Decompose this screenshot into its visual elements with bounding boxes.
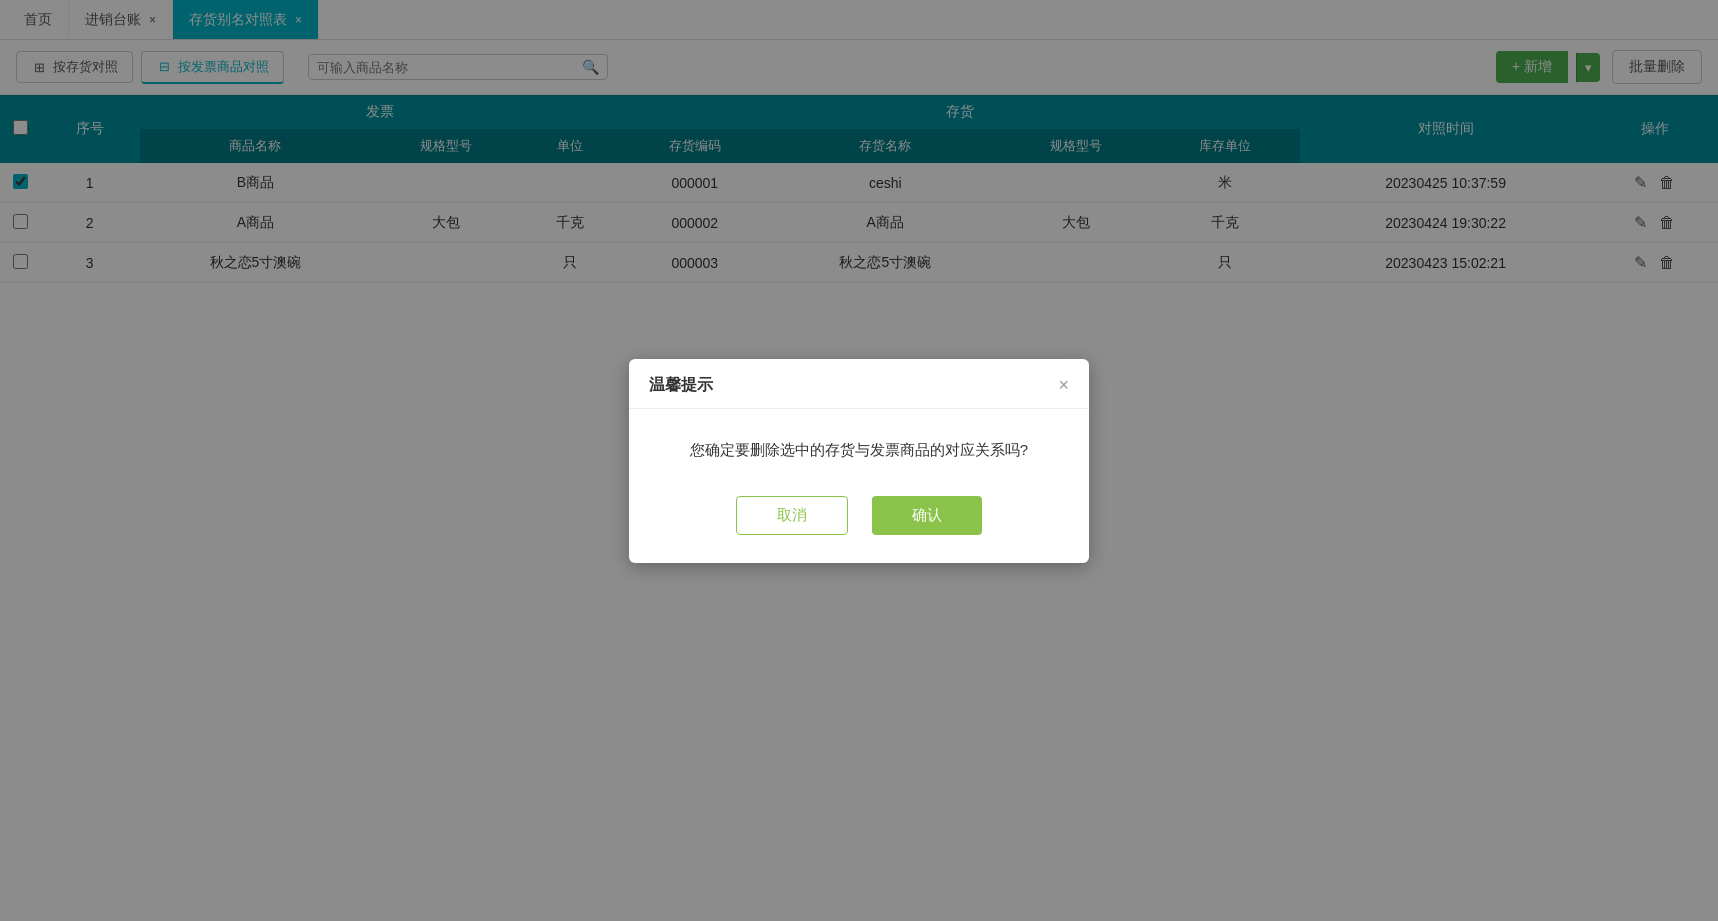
dialog-close-btn[interactable]: × [1058,376,1069,394]
dialog-overlay: 温馨提示 × 您确定要删除选中的存货与发票商品的对应关系吗? 取消 确认 [0,0,1718,921]
dialog-cancel-button[interactable]: 取消 [736,496,848,535]
confirm-dialog: 温馨提示 × 您确定要删除选中的存货与发票商品的对应关系吗? 取消 确认 [629,359,1089,563]
dialog-body: 您确定要删除选中的存货与发票商品的对应关系吗? [629,409,1089,480]
dialog-message: 您确定要删除选中的存货与发票商品的对应关系吗? [690,441,1028,458]
dialog-title: 温馨提示 [649,375,713,396]
dialog-confirm-button[interactable]: 确认 [872,496,982,535]
dialog-header: 温馨提示 × [629,359,1089,409]
dialog-footer: 取消 确认 [629,480,1089,563]
